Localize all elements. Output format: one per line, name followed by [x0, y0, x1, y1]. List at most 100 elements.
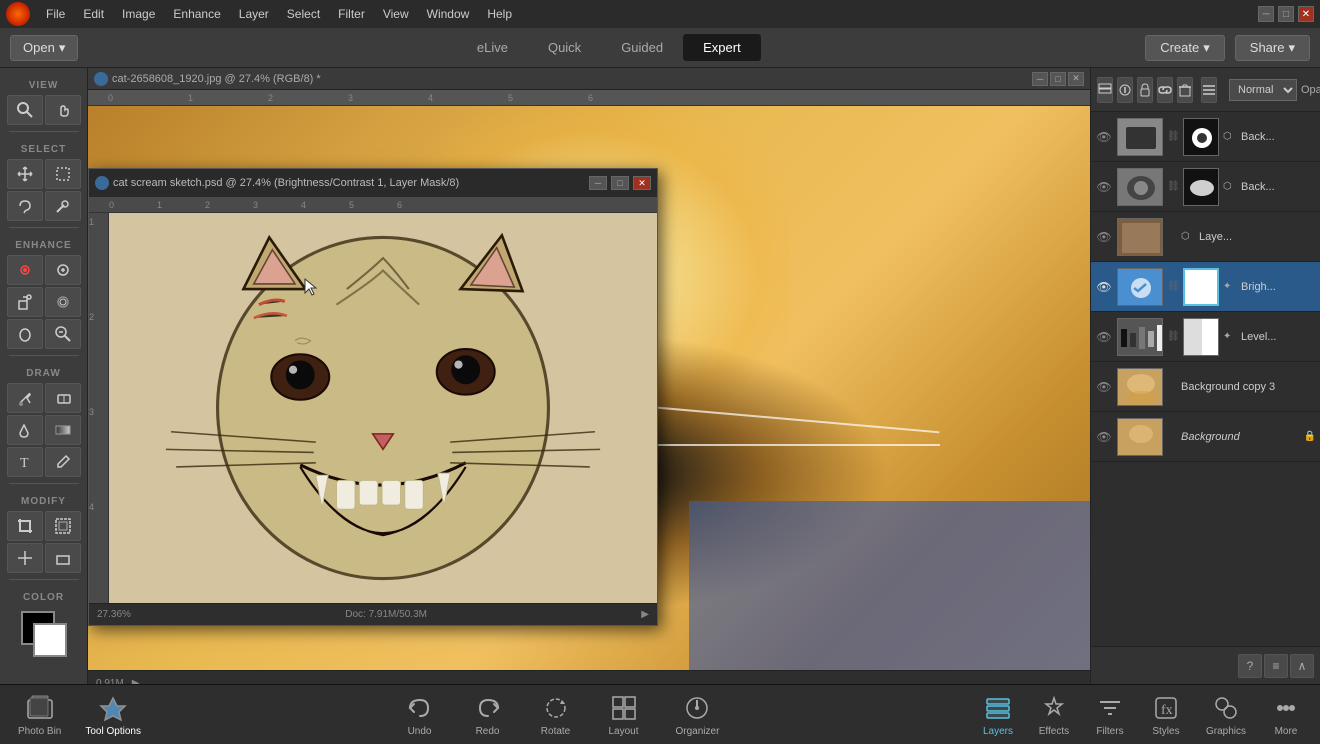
styles-panel-button[interactable]: fx Styles: [1142, 688, 1190, 741]
menu-layer[interactable]: Layer: [231, 5, 277, 23]
menu-view[interactable]: View: [375, 5, 417, 23]
layers-panel-btn-icon: [982, 692, 1014, 724]
lasso-tool[interactable]: [7, 191, 43, 221]
move-tool[interactable]: [7, 159, 43, 189]
tab-expert[interactable]: Expert: [683, 34, 761, 61]
undo-label: Undo: [408, 726, 432, 737]
sketch-restore-button[interactable]: □: [611, 176, 629, 190]
bg-window-header: cat-2658608_1920.jpg @ 27.4% (RGB/8) * ─…: [88, 68, 1090, 90]
layer-row-7[interactable]: 👁 Background 🔒: [1091, 412, 1320, 462]
right-panel: Normal Multiply Screen Opacity: 👁 ⛓: [1090, 68, 1320, 684]
layer-1-visibility[interactable]: 👁: [1095, 128, 1113, 146]
zoom-tool-2[interactable]: [45, 319, 81, 349]
layer-2-chain: ⛓: [1167, 181, 1177, 192]
tab-guided[interactable]: Guided: [601, 34, 683, 61]
spot-heal-tool[interactable]: [45, 255, 81, 285]
lock-icon[interactable]: [1137, 77, 1153, 103]
layer-row-2[interactable]: 👁 ⛓ ⬡ Back...: [1091, 162, 1320, 212]
close-button[interactable]: ✕: [1298, 6, 1314, 22]
tool-options-button[interactable]: Tool Options: [77, 688, 149, 741]
layer-4-visibility[interactable]: 👁: [1095, 278, 1113, 296]
layer-2-visibility[interactable]: 👁: [1095, 178, 1113, 196]
menu-select[interactable]: Select: [279, 5, 328, 23]
menu-image[interactable]: Image: [114, 5, 163, 23]
background-color[interactable]: [33, 623, 67, 657]
shape-tool[interactable]: [45, 543, 81, 573]
undo-button[interactable]: Undo: [396, 688, 444, 741]
layer-3-visibility[interactable]: 👁: [1095, 228, 1113, 246]
zoom-tool[interactable]: [7, 95, 43, 125]
help-button[interactable]: ?: [1238, 654, 1262, 678]
pencil-tool[interactable]: [45, 447, 81, 477]
menu-filter[interactable]: Filter: [330, 5, 373, 23]
more-options-icon[interactable]: [1201, 77, 1217, 103]
layout-button[interactable]: Layout: [600, 688, 648, 741]
bg-close-button[interactable]: ✕: [1068, 72, 1084, 86]
gradient-tool[interactable]: [45, 415, 81, 445]
sketch-window-icon: [95, 176, 109, 190]
layer-7-visibility[interactable]: 👁: [1095, 428, 1113, 446]
collapse-panel-button[interactable]: ∧: [1290, 654, 1314, 678]
sketch-nav-arrow[interactable]: ▶: [641, 609, 649, 620]
layer-1-chain: ⛓: [1167, 131, 1177, 142]
layer-1-name: Back...: [1241, 131, 1312, 143]
blur-tool[interactable]: [45, 287, 81, 317]
sketch-canvas[interactable]: [109, 213, 657, 603]
menu-enhance[interactable]: Enhance: [165, 5, 228, 23]
share-button[interactable]: Share ▾: [1235, 35, 1310, 61]
link-icon[interactable]: [1157, 77, 1173, 103]
filters-panel-button[interactable]: Filters: [1086, 688, 1134, 741]
bg-arrow[interactable]: ▶: [132, 678, 140, 684]
bg-restore-button[interactable]: □: [1050, 72, 1066, 86]
sketch-minimize-button[interactable]: ─: [589, 176, 607, 190]
red-eye-tool[interactable]: [7, 255, 43, 285]
layers-panel-button[interactable]: Layers: [974, 688, 1022, 741]
minimize-button[interactable]: ─: [1258, 6, 1274, 22]
layers-panel-icon[interactable]: [1097, 77, 1113, 103]
crop-tool[interactable]: [7, 511, 43, 541]
clone-stamp-tool[interactable]: [7, 287, 43, 317]
layout-label: Layout: [609, 726, 639, 737]
panel-menu-button[interactable]: ≡: [1264, 654, 1288, 678]
menu-edit[interactable]: Edit: [75, 5, 112, 23]
maximize-button[interactable]: □: [1278, 6, 1294, 22]
move-tool-2[interactable]: [7, 543, 43, 573]
create-button[interactable]: Create ▾: [1145, 35, 1225, 61]
share-label: Share: [1250, 40, 1285, 55]
layer-row-6[interactable]: 👁 Background copy 3: [1091, 362, 1320, 412]
sketch-close-button[interactable]: ✕: [633, 176, 651, 190]
layer-row-5[interactable]: 👁 ⛓ ✦ Level...: [1091, 312, 1320, 362]
graphics-panel-button[interactable]: Graphics: [1198, 688, 1254, 741]
magic-wand-tool[interactable]: [45, 191, 81, 221]
eraser-tool[interactable]: [45, 383, 81, 413]
layer-row-4[interactable]: 👁 ⛓ ✦ Brigh...: [1091, 262, 1320, 312]
tab-elive[interactable]: eLive: [457, 34, 528, 61]
brush-tool[interactable]: [7, 383, 43, 413]
bg-minimize-button[interactable]: ─: [1032, 72, 1048, 86]
effects-panel-btn-label: Effects: [1039, 726, 1069, 737]
layer-row-3[interactable]: 👁 ⬡ Laye...: [1091, 212, 1320, 262]
blend-mode-select[interactable]: Normal Multiply Screen: [1229, 79, 1297, 101]
recompose-tool[interactable]: [45, 511, 81, 541]
tab-quick[interactable]: Quick: [528, 34, 601, 61]
photo-bin-button[interactable]: Photo Bin: [10, 688, 69, 741]
layer-6-visibility[interactable]: 👁: [1095, 378, 1113, 396]
layer-row-1[interactable]: 👁 ⛓ ⬡ Back...: [1091, 112, 1320, 162]
adjustment-icon[interactable]: [1117, 77, 1133, 103]
organizer-button[interactable]: Organizer: [668, 688, 728, 741]
rotate-button[interactable]: Rotate: [532, 688, 580, 741]
text-tool[interactable]: T: [7, 447, 43, 477]
more-panel-button[interactable]: More: [1262, 688, 1310, 741]
menu-window[interactable]: Window: [419, 5, 478, 23]
menu-help[interactable]: Help: [479, 5, 520, 23]
hand-tool[interactable]: [45, 95, 81, 125]
marquee-tool[interactable]: [45, 159, 81, 189]
effects-panel-button[interactable]: Effects: [1030, 688, 1078, 741]
paint-bucket-tool[interactable]: [7, 415, 43, 445]
layer-5-visibility[interactable]: 👁: [1095, 328, 1113, 346]
open-button[interactable]: Open ▾: [10, 35, 78, 61]
redo-button[interactable]: Redo: [464, 688, 512, 741]
sponge-tool[interactable]: [7, 319, 43, 349]
menu-file[interactable]: File: [38, 5, 73, 23]
trash-icon[interactable]: [1177, 77, 1193, 103]
